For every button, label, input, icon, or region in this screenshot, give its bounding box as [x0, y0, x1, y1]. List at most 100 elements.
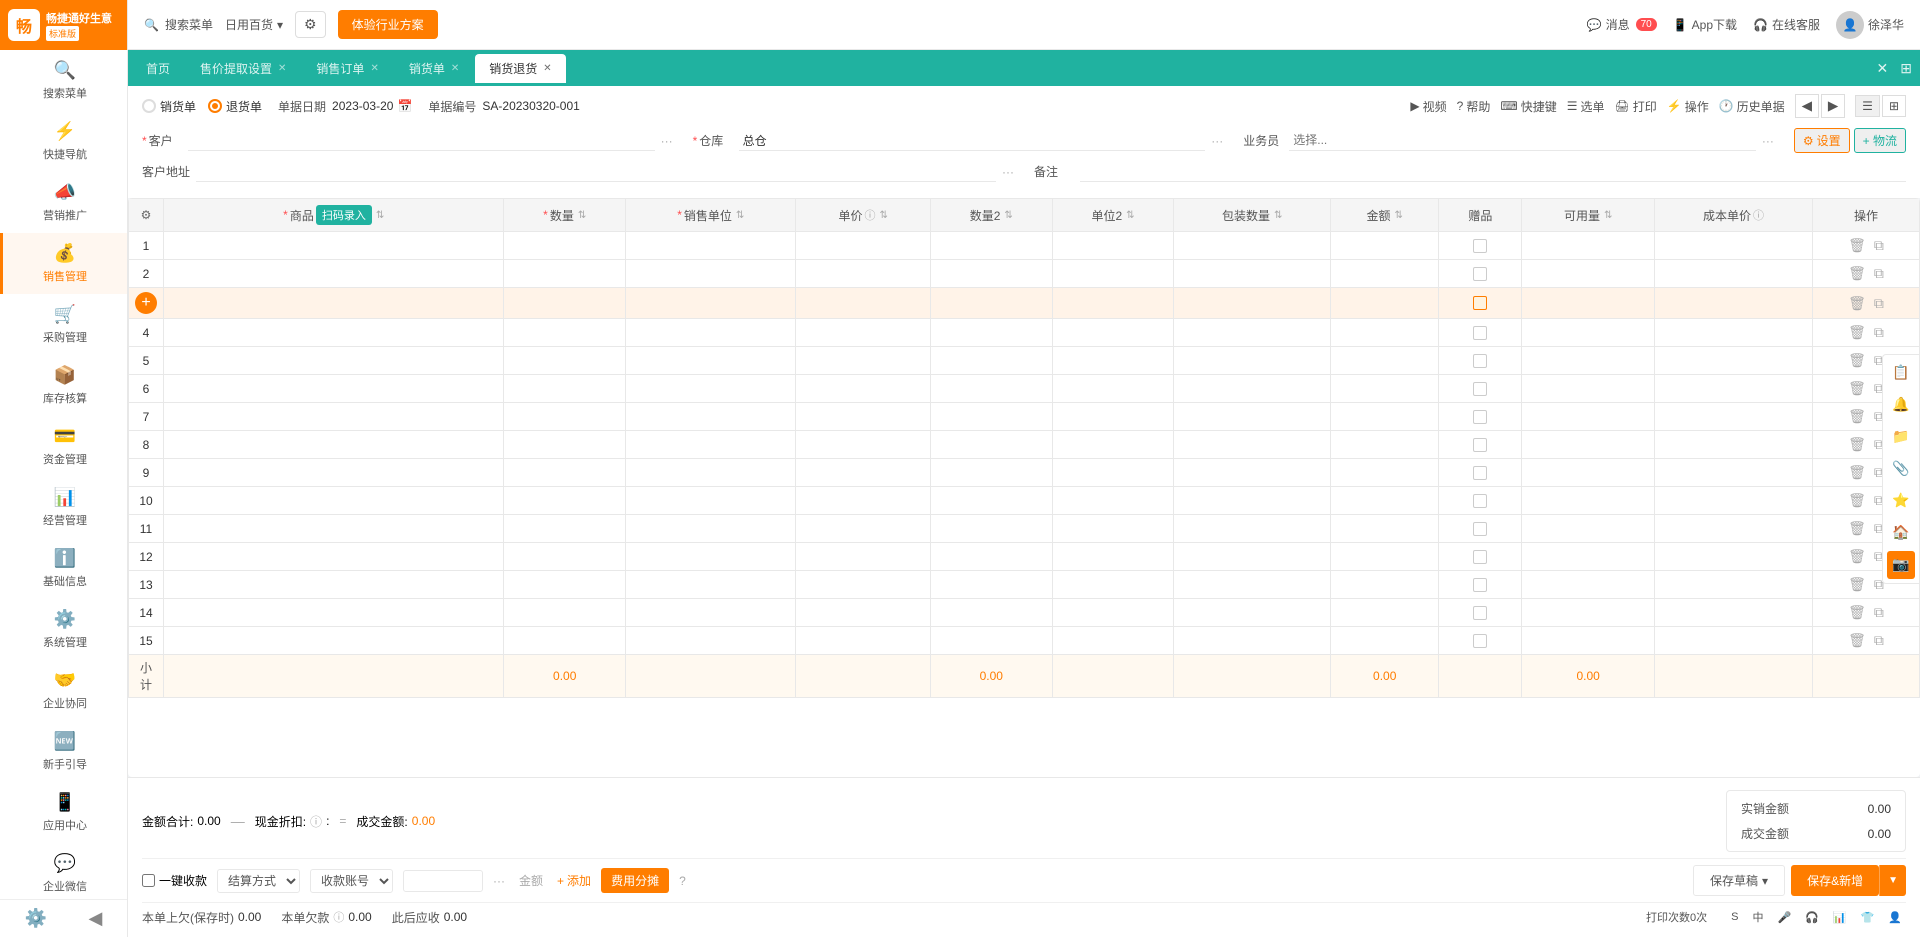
fee-info-icon[interactable]: ? — [679, 874, 686, 888]
gift-checkbox[interactable] — [1473, 410, 1487, 424]
grid-view-btn[interactable]: ⊞ — [1882, 95, 1906, 117]
row-cost-price[interactable] — [1654, 232, 1812, 260]
sidebar-item-inventory[interactable]: 📦 库存核算 — [0, 355, 127, 416]
right-icon-home[interactable]: 🏠 — [1887, 519, 1915, 547]
operate-btn[interactable]: ⚡ 操作 — [1667, 98, 1709, 115]
delete-row-btn[interactable]: 🗑 — [1846, 632, 1868, 649]
customer-input[interactable] — [188, 130, 655, 151]
row-product[interactable] — [164, 288, 504, 319]
form-settings-btn[interactable]: ⚙ 设置 — [1794, 128, 1850, 153]
sidebar-item-marketing[interactable]: 📣 营销推广 — [0, 172, 127, 233]
payment-checkbox-input[interactable] — [142, 874, 155, 887]
gift-checkbox[interactable] — [1473, 578, 1487, 592]
delete-row-btn[interactable]: 🗑 — [1846, 324, 1868, 341]
row-gift[interactable] — [1439, 260, 1522, 288]
warehouse-select-btn[interactable]: ··· — [1211, 134, 1223, 148]
delete-row-btn[interactable]: 🗑 — [1846, 237, 1868, 254]
salesman-input[interactable] — [1289, 130, 1756, 151]
sort-icon[interactable]: ⇅ — [1604, 210, 1612, 221]
info-icon[interactable]: ⓘ — [864, 207, 875, 223]
copy-row-btn[interactable]: ⧉ — [1872, 324, 1886, 341]
delete-row-btn[interactable]: 🗑 — [1846, 380, 1868, 397]
tab-price-settings[interactable]: 售价提取设置 ✕ — [186, 54, 300, 83]
tab-close-icon[interactable]: ✕ — [543, 63, 551, 74]
tab-sales-order[interactable]: 销售订单 ✕ — [302, 54, 392, 83]
sort-icon[interactable]: ⇅ — [376, 210, 384, 221]
radio-return-bill[interactable]: 退货单 — [208, 98, 262, 115]
taskbar-zh-icon[interactable]: 中 — [1748, 907, 1767, 927]
row-amount[interactable] — [1331, 288, 1439, 319]
delete-row-btn[interactable]: 🗑 — [1846, 352, 1868, 369]
sidebar-collapse-btn[interactable]: ◀ — [88, 908, 102, 929]
sidebar-settings-btn[interactable]: ⚙️ — [25, 908, 47, 929]
product-input[interactable] — [170, 296, 497, 310]
row-amount[interactable] — [1331, 232, 1439, 260]
gift-checkbox[interactable] — [1473, 296, 1487, 310]
info-icon[interactable]: ⓘ — [1753, 207, 1764, 223]
row-qty2[interactable] — [930, 260, 1052, 288]
sidebar-item-guide[interactable]: 🆕 新手引导 — [0, 721, 127, 782]
row-gift[interactable] — [1439, 288, 1522, 319]
row-unit2[interactable] — [1052, 288, 1174, 319]
salesman-select-btn[interactable]: ··· — [1762, 134, 1774, 148]
row-qty2[interactable] — [930, 232, 1052, 260]
row-qty[interactable] — [504, 232, 626, 260]
taskbar-mic-icon[interactable]: 🎤 — [1773, 909, 1795, 926]
sidebar-item-system[interactable]: ⚙️ 系统管理 — [0, 599, 127, 660]
delete-row-btn[interactable]: 🗑 — [1846, 265, 1868, 282]
tab-close-icon[interactable]: ✕ — [370, 63, 378, 74]
delete-row-btn[interactable]: 🗑 — [1846, 548, 1868, 565]
tab-grid-btn[interactable]: ⊞ — [1896, 58, 1916, 79]
messages-btn[interactable]: 💬 消息 70 — [1587, 16, 1657, 33]
row-product[interactable] — [164, 260, 504, 288]
gift-checkbox[interactable] — [1473, 606, 1487, 620]
sort-icon[interactable]: ⇅ — [578, 210, 586, 221]
help-btn[interactable]: ? 帮助 — [1457, 98, 1491, 115]
copy-row-btn[interactable]: ⧉ — [1872, 237, 1886, 254]
warehouse-input[interactable] — [739, 130, 1206, 151]
gift-checkbox[interactable] — [1473, 438, 1487, 452]
account-num-input[interactable] — [403, 870, 483, 892]
taskbar-headset-icon[interactable]: 🎧 — [1801, 909, 1823, 926]
sidebar-item-basics[interactable]: ℹ️ 基础信息 — [0, 538, 127, 599]
gift-checkbox[interactable] — [1473, 634, 1487, 648]
tab-close-icon[interactable]: ✕ — [451, 63, 459, 74]
info-icon[interactable]: ⓘ — [333, 909, 344, 925]
experience-btn[interactable]: 体验行业方案 — [338, 10, 438, 39]
add-btn[interactable]: + 添加 — [557, 872, 591, 889]
sort-icon[interactable]: ⇅ — [879, 210, 887, 221]
sort-icon[interactable]: ⇅ — [736, 210, 744, 221]
calc-method-select[interactable]: 结算方式 — [217, 869, 300, 893]
delete-row-btn[interactable]: 🗑 — [1846, 408, 1868, 425]
row-price[interactable] — [796, 232, 931, 260]
delete-row-btn[interactable]: 🗑 — [1846, 604, 1868, 621]
row-price[interactable] — [796, 260, 931, 288]
row-unit[interactable] — [626, 288, 796, 319]
prev-btn[interactable]: ◀ — [1795, 94, 1819, 118]
settings-dropdown[interactable]: 日用百货 ▾ — [225, 16, 283, 33]
row-pack-qty[interactable] — [1174, 260, 1331, 288]
right-icon-notification[interactable]: 🔔 — [1887, 391, 1915, 419]
row-unit[interactable] — [626, 232, 796, 260]
save-new-dropdown-btn[interactable]: ▼ — [1879, 865, 1906, 896]
copy-row-btn[interactable]: ⧉ — [1872, 604, 1886, 621]
right-icon-favorite[interactable]: ⭐ — [1887, 487, 1915, 515]
copy-row-btn[interactable]: ⧉ — [1872, 265, 1886, 282]
tab-sales-return[interactable]: 销货退货 ✕ — [475, 54, 565, 83]
online-service-btn[interactable]: 🎧 在线客服 — [1753, 16, 1820, 33]
gift-checkbox[interactable] — [1473, 550, 1487, 564]
row-qty[interactable] — [504, 260, 626, 288]
delete-row-btn[interactable]: 🗑 — [1846, 436, 1868, 453]
one-key-payment-checkbox[interactable]: 一键收款 — [142, 872, 207, 889]
history-btn[interactable]: 🕐 历史单据 — [1719, 98, 1785, 115]
row-qty2[interactable] — [930, 288, 1052, 319]
sidebar-item-operations[interactable]: 📊 经营管理 — [0, 477, 127, 538]
gift-checkbox[interactable] — [1473, 239, 1487, 253]
row-amount[interactable] — [1331, 260, 1439, 288]
taskbar-s-icon[interactable]: S — [1727, 909, 1742, 925]
tab-sales-bill[interactable]: 销货单 ✕ — [395, 54, 473, 83]
gift-checkbox[interactable] — [1473, 326, 1487, 340]
calendar-icon[interactable]: 📅 — [397, 99, 412, 113]
row-product[interactable] — [164, 232, 504, 260]
sort-icon[interactable]: ⇅ — [1395, 210, 1403, 221]
